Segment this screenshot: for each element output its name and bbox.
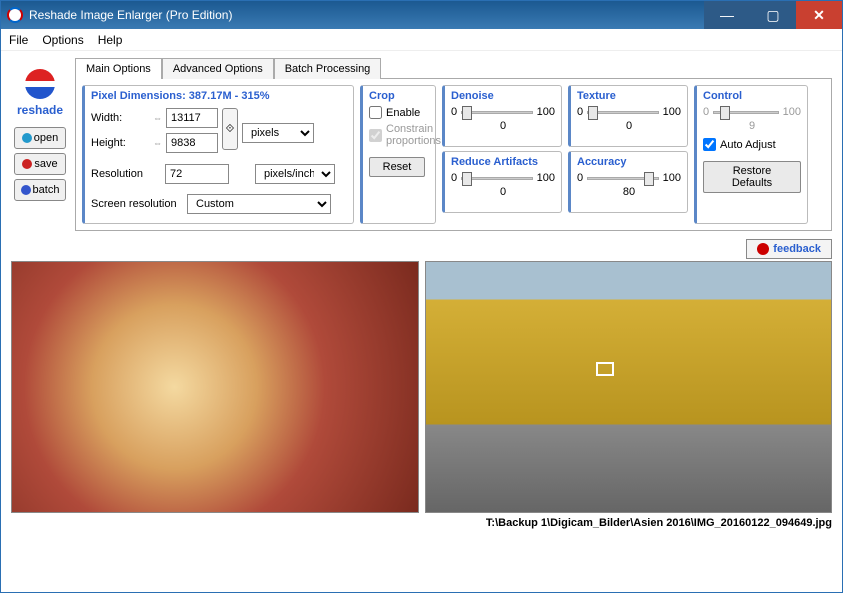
reduce-artifacts-slider[interactable]: [461, 177, 533, 180]
control-value: 9: [703, 120, 801, 132]
width-input[interactable]: [166, 108, 218, 128]
screen-res-select[interactable]: Custom: [187, 194, 331, 214]
control-group: Control 0100 9 Auto Adjust Restore Defau…: [694, 85, 808, 224]
main-panel: Pixel Dimensions: 387.17M - 315% Width: …: [75, 78, 832, 231]
accuracy-slider[interactable]: [587, 177, 659, 180]
app-icon: [7, 7, 23, 23]
titlebar: Reshade Image Enlarger (Pro Edition) — ▢…: [1, 1, 842, 29]
maximize-button[interactable]: ▢: [750, 1, 796, 29]
reshade-logo-icon: [25, 69, 55, 99]
screen-res-label: Screen resolution: [91, 198, 183, 210]
crop-enable-checkbox[interactable]: Enable: [369, 106, 429, 119]
batch-button[interactable]: batch: [14, 179, 66, 201]
tab-advanced-options[interactable]: Advanced Options: [162, 58, 274, 79]
reduce-value: 0: [451, 186, 555, 198]
crop-title: Crop: [369, 90, 429, 102]
tab-batch-processing[interactable]: Batch Processing: [274, 58, 382, 79]
status-path: T:\Backup 1\Digicam_Bilder\Asien 2016\IM…: [486, 517, 832, 529]
arrows-icon: ⇔: [153, 138, 162, 148]
pixel-dimensions-group: Pixel Dimensions: 387.17M - 315% Width: …: [82, 85, 354, 224]
height-label: Height:: [91, 137, 149, 149]
menu-file[interactable]: File: [9, 33, 28, 47]
arrows-icon: ⇔: [153, 113, 162, 123]
accuracy-value: 80: [577, 186, 681, 198]
save-button[interactable]: save: [14, 153, 66, 175]
feedback-button[interactable]: feedback: [746, 239, 832, 259]
menu-options[interactable]: Options: [42, 33, 83, 47]
auto-adjust-checkbox[interactable]: Auto Adjust: [703, 138, 801, 151]
save-icon: [22, 159, 32, 169]
tabs: Main Options Advanced Options Batch Proc…: [75, 57, 832, 78]
constrain-checkbox: Constrain proportions: [369, 123, 429, 147]
reset-button[interactable]: Reset: [369, 157, 425, 177]
width-label: Width:: [91, 112, 149, 124]
control-slider: [713, 111, 779, 114]
preview-zoomed[interactable]: [11, 261, 419, 513]
denoise-value: 0: [451, 120, 555, 132]
texture-value: 0: [577, 120, 681, 132]
preview-full[interactable]: [425, 261, 833, 513]
bug-icon: [757, 243, 769, 255]
texture-slider[interactable]: [587, 111, 659, 114]
reduce-artifacts-group: Reduce Artifacts 0100 0: [442, 151, 562, 213]
height-input[interactable]: [166, 133, 218, 153]
minimize-button[interactable]: —: [704, 1, 750, 29]
denoise-slider[interactable]: [461, 111, 533, 114]
resolution-label: Resolution: [91, 168, 149, 180]
tab-main-options[interactable]: Main Options: [75, 58, 162, 79]
resolution-input[interactable]: [165, 164, 229, 184]
brand-text: reshade: [17, 103, 63, 117]
batch-icon: [21, 185, 31, 195]
texture-group: Texture 0100 0: [568, 85, 688, 147]
menubar: File Options Help: [1, 29, 842, 51]
link-dimensions-button[interactable]: ⟐: [222, 108, 238, 150]
denoise-group: Denoise 0100 0: [442, 85, 562, 147]
crop-group: Crop Enable Constrain proportions Reset: [360, 85, 436, 224]
open-icon: [22, 133, 32, 143]
window-title: Reshade Image Enlarger (Pro Edition): [29, 8, 704, 22]
open-button[interactable]: open: [14, 127, 66, 149]
unit-select[interactable]: pixels: [242, 123, 314, 143]
pixel-dimensions-header: Pixel Dimensions: 387.17M - 315%: [91, 90, 347, 102]
menu-help[interactable]: Help: [98, 33, 123, 47]
accuracy-group: Accuracy 0100 80: [568, 151, 688, 213]
sidebar: reshade open save batch: [11, 57, 69, 231]
resolution-unit-select[interactable]: pixels/inch: [255, 164, 335, 184]
restore-defaults-button[interactable]: Restore Defaults: [703, 161, 801, 193]
close-button[interactable]: ✕: [796, 1, 842, 29]
